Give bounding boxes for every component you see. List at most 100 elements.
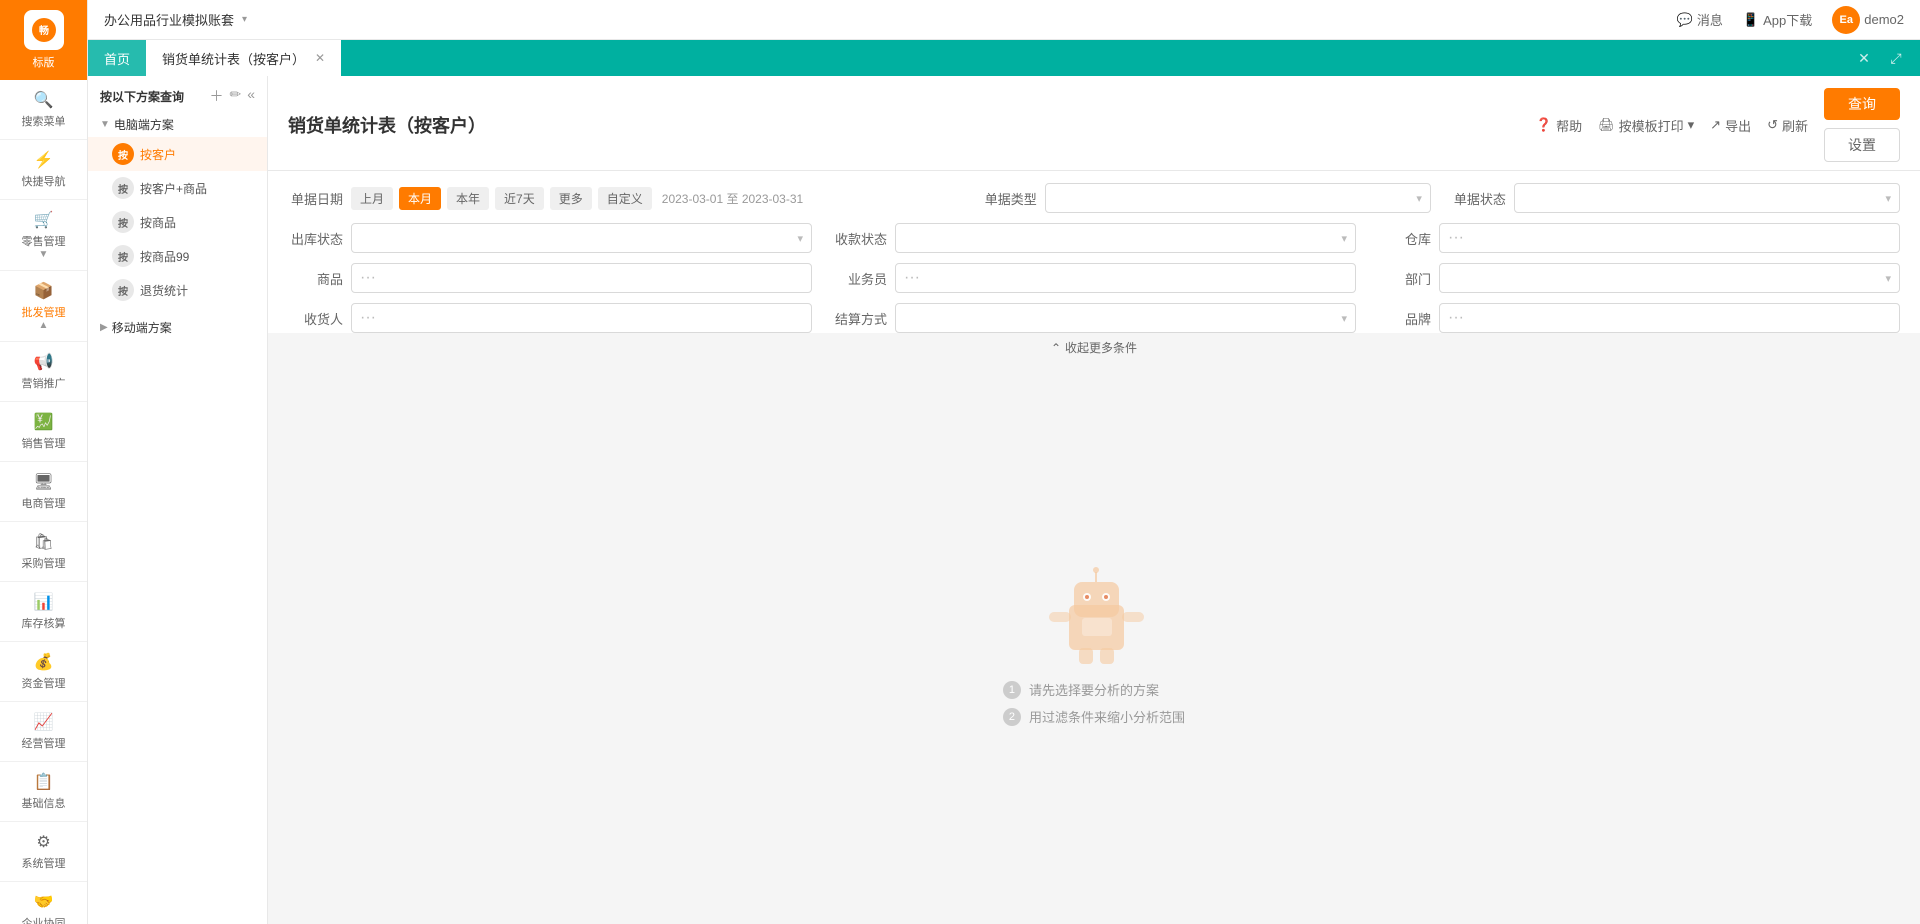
filter-section: 单据日期 上月 本月 本年 近7天 更多 自定义 2023-03-01 至 20… xyxy=(268,171,1920,333)
salesman-more-icon[interactable]: ··· xyxy=(904,269,920,287)
page-actions: ❓ 帮助 🖨 按模板打印 ▾ ↗ 导出 ↺ 刷新 xyxy=(1536,88,1900,162)
app-download-label: App下载 xyxy=(1763,10,1812,29)
scheme-icon: 按 xyxy=(112,143,134,165)
sidebar-item-retail[interactable]: 🛒 零售管理 ▼ xyxy=(0,200,87,271)
settings-button[interactable]: 设置 xyxy=(1824,128,1900,162)
scheme-by-customer[interactable]: 按 按客户 xyxy=(88,137,267,171)
department-label: 部门 xyxy=(1376,269,1431,288)
brand-more-icon[interactable]: ··· xyxy=(1448,309,1464,327)
product-more-icon[interactable]: ··· xyxy=(360,269,376,287)
collapse-label: 收起更多条件 xyxy=(1065,339,1137,356)
product-control[interactable]: ··· xyxy=(351,263,812,293)
sidebar-item-cooperation[interactable]: 🤝 企业协同 xyxy=(0,882,87,924)
hint-text-1: 请先选择要分析的方案 xyxy=(1029,680,1159,699)
ship-status-control[interactable]: ▾ xyxy=(351,223,812,253)
salesman-control[interactable]: ··· xyxy=(895,263,1356,293)
topbar-left: 办公用品行业模拟账套 ▾ xyxy=(104,10,247,29)
user-item[interactable]: Ea demo2 xyxy=(1832,6,1904,34)
export-icon: ↗ xyxy=(1710,117,1721,133)
warehouse-control[interactable]: ··· xyxy=(1439,223,1900,253)
brand-control[interactable]: ··· xyxy=(1439,303,1900,333)
message-label: 消息 xyxy=(1697,10,1723,29)
payment-status-control[interactable]: ▾ xyxy=(895,223,1356,253)
company-dropdown-icon[interactable]: ▾ xyxy=(242,14,247,25)
desktop-scheme-header[interactable]: ▼ 电脑端方案 xyxy=(88,112,267,137)
hint-num-2: 2 xyxy=(1003,708,1021,726)
scheme-label: 退货统计 xyxy=(140,282,188,299)
order-type-filter: 单据类型 ▾ xyxy=(982,183,1431,213)
sidebar-item-search-menu[interactable]: 🔍 搜索菜单 xyxy=(0,80,87,140)
scheme-by-customer-product[interactable]: 按 按客户+商品 xyxy=(88,171,267,205)
add-scheme-button[interactable]: ＋ xyxy=(209,86,223,106)
sidebar-item-marketing[interactable]: 📢 营销推广 xyxy=(0,342,87,402)
hint-item-2: 2 用过滤条件来缩小分析范围 xyxy=(1003,707,1185,726)
tab-close-button[interactable]: ✕ xyxy=(315,51,325,65)
desktop-scheme-group: ▼ 电脑端方案 按 按客户 按 按客户+商品 按 按商品 按 按商品99 xyxy=(88,112,267,315)
sidebar-item-ecommerce[interactable]: 🖥 电商管理 xyxy=(0,462,87,522)
order-status-control[interactable]: ▾ xyxy=(1514,183,1900,213)
scheme-returns-stats[interactable]: 按 退货统计 xyxy=(88,273,267,307)
tab-home[interactable]: 首页 xyxy=(88,40,146,76)
group-expand-icon: ▼ xyxy=(100,119,110,130)
sidebar-item-sales[interactable]: 💹 销售管理 xyxy=(0,402,87,462)
sidebar-item-inventory[interactable]: 📊 库存核算 xyxy=(0,582,87,642)
template-print-button[interactable]: 🖨 按模板打印 ▾ xyxy=(1598,116,1694,135)
department-control[interactable]: ▾ xyxy=(1439,263,1900,293)
help-label: 帮助 xyxy=(1556,116,1582,135)
collapse-panel-button[interactable]: « xyxy=(247,86,255,106)
warehouse-label: 仓库 xyxy=(1376,229,1431,248)
date-btn-7-days[interactable]: 近7天 xyxy=(495,187,544,210)
settlement-control[interactable]: ▾ xyxy=(895,303,1356,333)
scheme-by-product-99[interactable]: 按 按商品99 xyxy=(88,239,267,273)
scheme-label: 按商品99 xyxy=(140,248,189,265)
recipient-more-icon[interactable]: ··· xyxy=(360,309,376,327)
content-area: 按以下方案查询 ＋ ✏ « ▼ 电脑端方案 按 按客户 按 按客 xyxy=(88,76,1920,924)
help-icon: ❓ xyxy=(1536,117,1552,133)
department-dropdown-icon: ▾ xyxy=(1885,272,1891,285)
sidebar-item-wholesale[interactable]: 📦 批发管理 ▲ xyxy=(0,271,87,342)
message-item[interactable]: 💬 消息 xyxy=(1677,10,1723,29)
hint-item-1: 1 请先选择要分析的方案 xyxy=(1003,680,1185,699)
sidebar-item-sys-mgmt[interactable]: ⚙ 系统管理 xyxy=(0,822,87,882)
sidebar-item-quick-nav[interactable]: ⚡ 快捷导航 xyxy=(0,140,87,200)
settlement-label: 结算方式 xyxy=(832,309,887,328)
warehouse-more-icon[interactable]: ··· xyxy=(1448,229,1464,247)
close-all-tabs-button[interactable]: ✕ xyxy=(1852,46,1876,70)
product-filter: 商品 ··· xyxy=(288,263,812,293)
maximize-button[interactable]: ⤢ xyxy=(1884,46,1908,70)
date-btn-this-year[interactable]: 本年 xyxy=(447,187,489,210)
brand-label: 品牌 xyxy=(1376,309,1431,328)
app-logo: 畅 标版 xyxy=(0,0,87,80)
payment-status-label: 收款状态 xyxy=(832,229,887,248)
sidebar-item-purchase[interactable]: 🛍 采购管理 xyxy=(0,522,87,582)
sys-mgmt-icon: ⚙ xyxy=(36,832,50,852)
query-button[interactable]: 查询 xyxy=(1824,88,1900,120)
left-panel: 按以下方案查询 ＋ ✏ « ▼ 电脑端方案 按 按客户 按 按客 xyxy=(88,76,268,924)
date-btn-custom[interactable]: 自定义 xyxy=(598,187,652,210)
date-btn-this-month[interactable]: 本月 xyxy=(399,187,441,210)
hint-text-2: 用过滤条件来缩小分析范围 xyxy=(1029,707,1185,726)
date-filter-item: 单据日期 上月 本月 本年 近7天 更多 自定义 2023-03-01 至 20… xyxy=(288,187,962,210)
scheme-by-product[interactable]: 按 按商品 xyxy=(88,205,267,239)
refresh-button[interactable]: ↺ 刷新 xyxy=(1767,116,1808,135)
date-btn-more[interactable]: 更多 xyxy=(550,187,592,210)
date-btn-last-month[interactable]: 上月 xyxy=(351,187,393,210)
tab-sales-stats[interactable]: 销货单统计表（按客户） ✕ xyxy=(146,40,341,76)
salesman-filter: 业务员 ··· xyxy=(832,263,1356,293)
sidebar-item-finance[interactable]: 💰 资金管理 xyxy=(0,642,87,702)
tabbar-actions: ✕ ⤢ xyxy=(1852,46,1920,70)
collapse-filters-button[interactable]: ⌃ 收起更多条件 xyxy=(268,333,1920,362)
template-print-label: 按模板打印 xyxy=(1619,116,1684,135)
sidebar-item-operations[interactable]: 📈 经营管理 xyxy=(0,702,87,762)
help-button[interactable]: ❓ 帮助 xyxy=(1536,116,1582,135)
collapse-icon: ⌃ xyxy=(1051,341,1061,355)
edit-scheme-button[interactable]: ✏ xyxy=(229,86,241,106)
sidebar-item-basic-info[interactable]: 📋 基础信息 xyxy=(0,762,87,822)
salesman-label: 业务员 xyxy=(832,269,887,288)
order-type-control[interactable]: ▾ xyxy=(1045,183,1431,213)
recipient-control[interactable]: ··· xyxy=(351,303,812,333)
mobile-scheme-header[interactable]: ▶ 移动端方案 xyxy=(88,315,267,340)
app-download-item[interactable]: 📱 App下载 xyxy=(1743,10,1812,29)
export-button[interactable]: ↗ 导出 xyxy=(1710,116,1751,135)
purchase-icon: 🛍 xyxy=(33,532,53,552)
